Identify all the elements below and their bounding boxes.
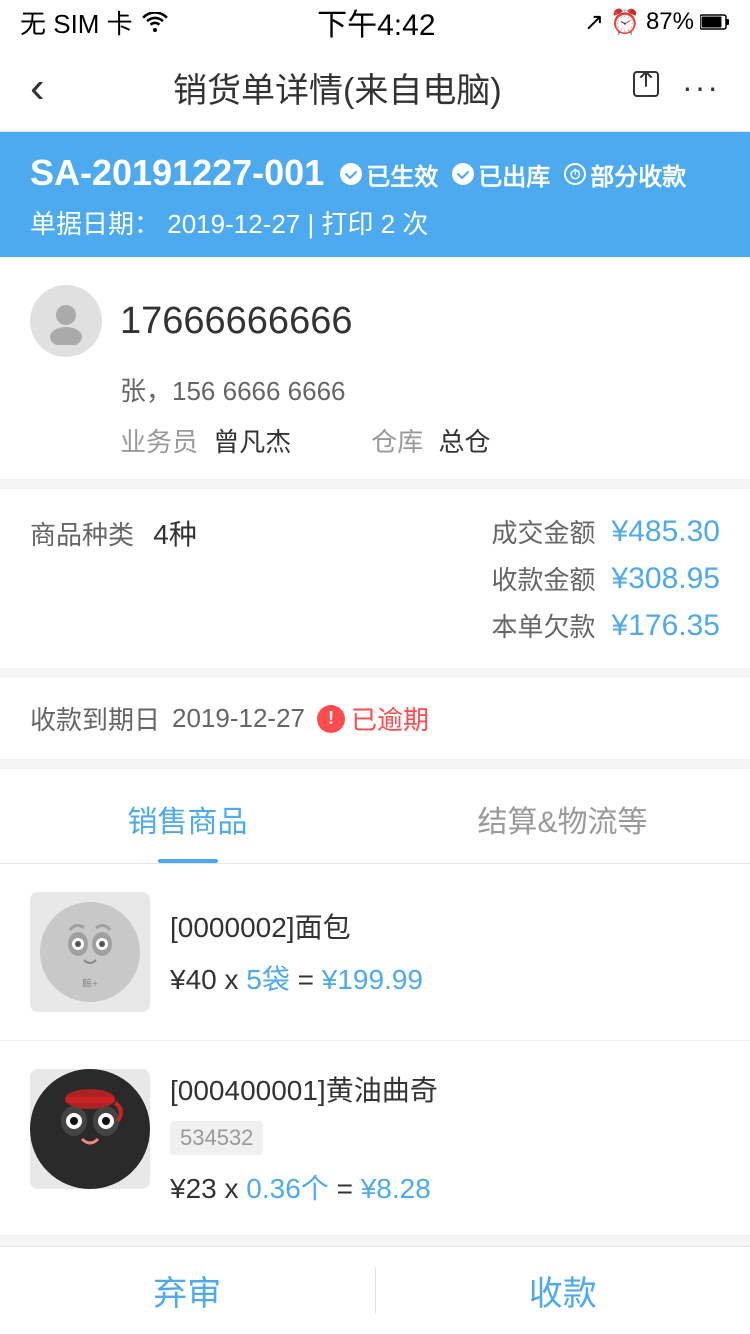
more-icon[interactable]: ··· [682,69,720,106]
product-info-1: [0000002]面包 ¥40 x 5袋 = ¥199.99 [170,892,720,1012]
overdue-badge: ! 已逾期 [317,700,429,737]
table-row: [000400001]黄油曲奇 534532 ¥23 x 0.36个 = ¥8.… [0,1041,750,1236]
product-types-item: 商品种类 4种 [30,513,375,553]
product-name-1: [0000002]面包 [170,906,720,946]
due-date: 2019-12-27 [172,703,305,734]
wifi-icon [141,12,169,32]
banner-date: 单据日期： 2019-12-27 | 打印 2 次 [30,204,720,241]
collect-payment-button[interactable]: 收款 [376,1247,750,1334]
carrier-text: 无 SIM 卡 [20,4,133,41]
battery-text: 87% [646,8,694,36]
customer-top: 17666666666 [30,285,720,357]
nav-left: ‹ [30,63,45,113]
customer-phone: 17666666666 [120,300,352,343]
customer-meta: 业务员 曾凡杰 仓库 总仓 [30,422,720,459]
bottom-bar: 弃审 收款 [0,1246,750,1334]
location-icon: ↗ [584,8,604,37]
received-row: 收款金额 ¥308.95 [492,560,720,597]
alarm-icon: ⏰ [610,8,640,37]
product-tag-2: 534532 [170,1121,263,1155]
product-list: 鲸+ [0000002]面包 ¥40 x 5袋 = ¥199.99 [0,864,750,1236]
tab-settlement[interactable]: 结算&物流等 [375,769,750,863]
nav-right: ··· [630,68,720,108]
battery-icon [700,13,730,31]
tabs-section: 销售商品 结算&物流等 [0,759,750,864]
stats-left: 商品种类 4种 [30,513,375,644]
status-right: ↗ ⏰ 87% [584,8,730,37]
tag-partial: ⏱ 部分收款 [564,157,686,192]
customer-avatar [30,285,102,357]
order-id-row: SA-20191227-001 已生效 已出库 ⏱ 部分收款 [30,152,720,194]
header-banner: SA-20191227-001 已生效 已出库 ⏱ 部分收款 单据日期： 201… [0,132,750,257]
back-button[interactable]: ‹ [30,63,45,113]
product-info-2: [000400001]黄油曲奇 534532 ¥23 x 0.36个 = ¥8.… [170,1069,720,1207]
svg-text:鲸+: 鲸+ [82,977,98,990]
product-name-2: [000400001]黄油曲奇 [170,1069,720,1109]
share-icon[interactable] [630,68,662,108]
tag-effective: 已生效 [340,157,438,192]
check-icon-2 [452,163,474,185]
order-id: SA-20191227-001 [30,152,324,194]
table-row: 鲸+ [0000002]面包 ¥40 x 5袋 = ¥199.99 [0,864,750,1041]
overdue-text: 已逾期 [351,700,429,737]
stats-right: 成交金额 ¥485.30 收款金额 ¥308.95 本单欠款 ¥176.35 [375,513,720,644]
clock-icon: ⏱ [564,163,586,185]
nav-bar: ‹ 销货单详情(来自电脑) ··· [0,44,750,132]
stats-section: 商品种类 4种 成交金额 ¥485.30 收款金额 ¥308.95 本单欠款 ¥… [0,479,750,668]
check-icon-1 [340,163,362,185]
amount-row: 成交金额 ¥485.30 [492,513,720,550]
due-label: 收款到期日 [30,700,160,737]
abandon-review-button[interactable]: 弃审 [0,1247,375,1334]
overdue-icon: ! [317,705,345,733]
warehouse-item: 仓库 总仓 [371,422,490,459]
customer-info: 张，156 6666 6666 [30,371,720,408]
product-thumbnail-1: 鲸+ [30,892,150,1012]
product-thumbnail-2 [30,1069,150,1189]
product-price-1: ¥40 x 5袋 = ¥199.99 [170,958,720,998]
tab-products[interactable]: 销售商品 [0,769,375,863]
status-left: 无 SIM 卡 [20,4,169,41]
salesperson-item: 业务员 曾凡杰 [120,422,291,459]
debt-row: 本单欠款 ¥176.35 [492,607,720,644]
customer-section: 17666666666 张，156 6666 6666 业务员 曾凡杰 仓库 总… [0,257,750,479]
page-title: 销货单详情(来自电脑) [173,63,502,112]
banner-tags: 已生效 已出库 ⏱ 部分收款 [340,157,686,192]
product-price-2: ¥23 x 0.36个 = ¥8.28 [170,1167,720,1207]
status-time: 下午4:42 [317,0,435,44]
tag-delivered: 已出库 [452,157,550,192]
status-bar: 无 SIM 卡 下午4:42 ↗ ⏰ 87% [0,0,750,44]
due-section: 收款到期日 2019-12-27 ! 已逾期 [0,668,750,759]
